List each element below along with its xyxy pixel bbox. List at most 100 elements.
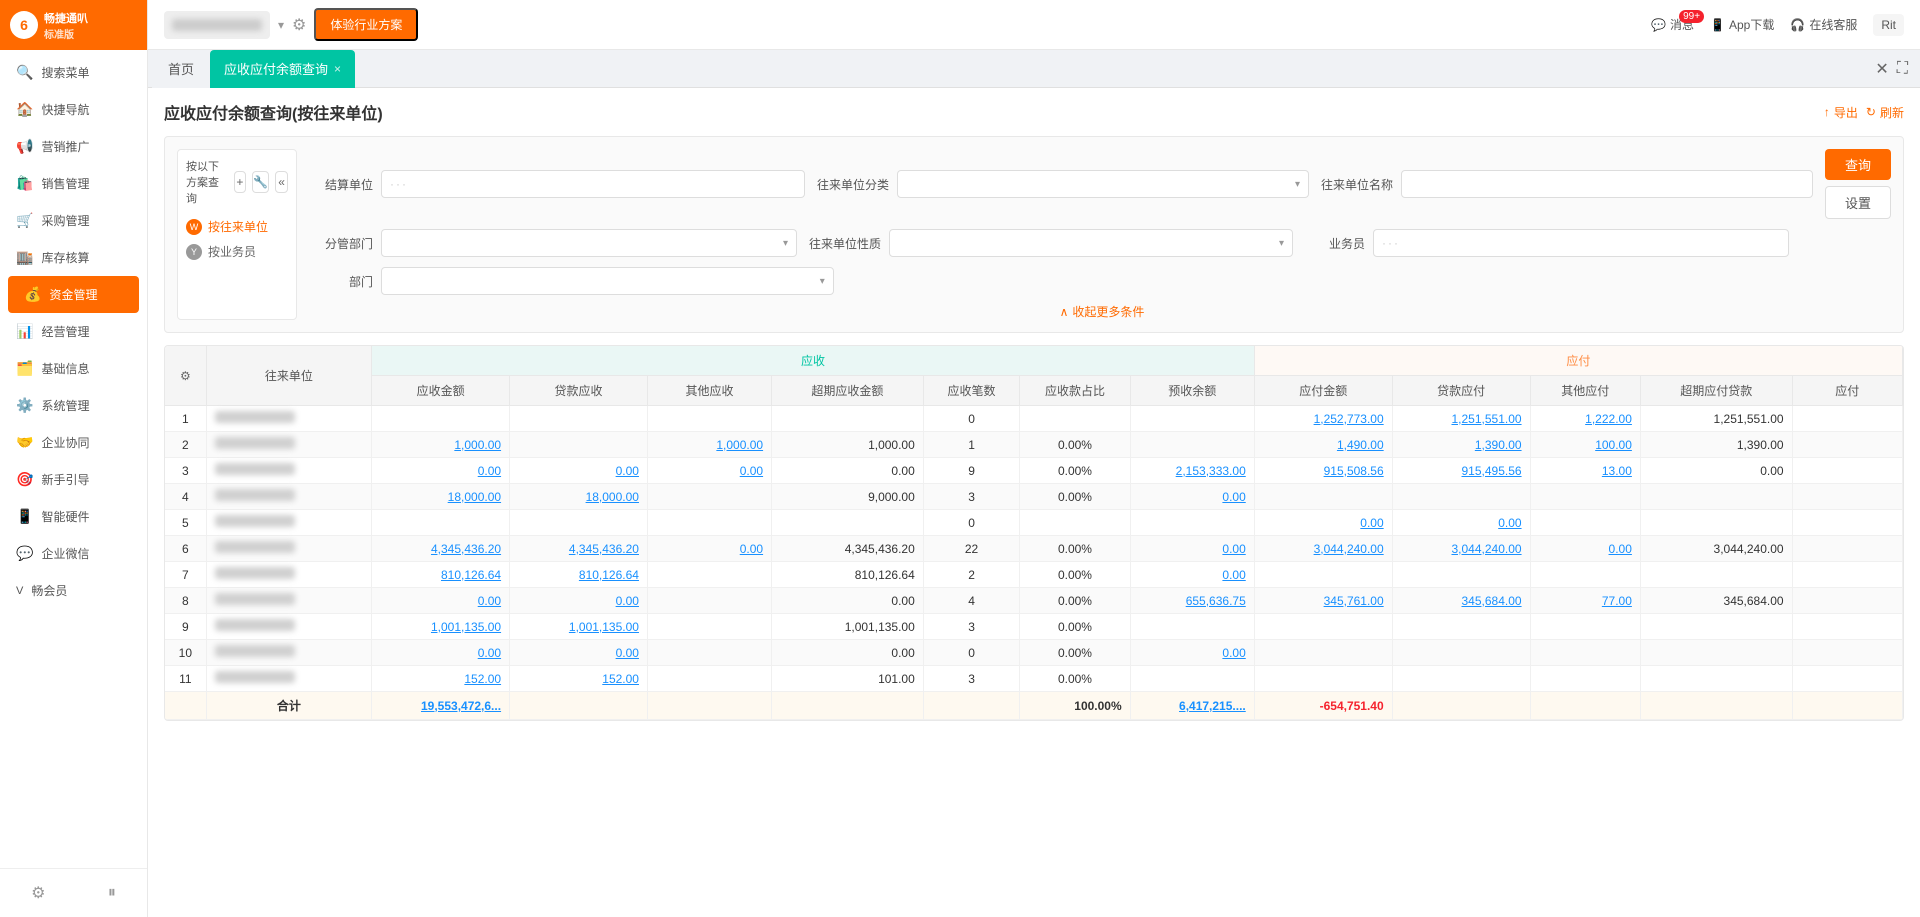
user-profile-button[interactable]: Rit <box>1873 14 1904 36</box>
row-qita-ys[interactable] <box>647 588 771 614</box>
row-daikuan-ys[interactable]: 18,000.00 <box>510 484 648 510</box>
row-daikuan-yf[interactable]: 1,251,551.00 <box>1392 406 1530 432</box>
row-daikuan-yf[interactable] <box>1392 614 1530 640</box>
row-yingshou-je[interactable]: 810,126.64 <box>372 562 510 588</box>
row-qita-yf[interactable]: 100.00 <box>1530 432 1640 458</box>
row-yingfu-je[interactable] <box>1254 640 1392 666</box>
row-qita-ys[interactable] <box>647 510 771 536</box>
row-qita-yf[interactable] <box>1530 666 1640 692</box>
row-daikuan-ys[interactable]: 0.00 <box>510 458 648 484</box>
row-qita-ys[interactable] <box>647 484 771 510</box>
row-yingfu-je[interactable]: 1,252,773.00 <box>1254 406 1392 432</box>
settings-bottom-icon[interactable]: ⚙ <box>25 877 51 909</box>
row-yushou[interactable] <box>1130 406 1254 432</box>
laifu-xingzhi-select[interactable]: ▾ <box>889 229 1293 257</box>
row-daikuan-yf[interactable] <box>1392 484 1530 510</box>
row-yingfu-je[interactable] <box>1254 666 1392 692</box>
row-daikuan-ys[interactable] <box>510 406 648 432</box>
row-yingshou-je[interactable] <box>372 510 510 536</box>
laifu-mingcheng-input[interactable] <box>1401 170 1813 198</box>
add-scheme-button[interactable]: + <box>234 171 247 193</box>
row-qita-yf[interactable] <box>1530 640 1640 666</box>
row-daikuan-yf[interactable]: 3,044,240.00 <box>1392 536 1530 562</box>
message-button[interactable]: 💬 消息 99+ <box>1651 16 1694 33</box>
row-daikuan-ys[interactable] <box>510 432 648 458</box>
row-qita-yf[interactable] <box>1530 484 1640 510</box>
row-yushou[interactable] <box>1130 666 1254 692</box>
row-daikuan-yf[interactable]: 0.00 <box>1392 510 1530 536</box>
sidebar-item-search[interactable]: 🔍 搜索菜单 <box>0 54 147 91</box>
row-qita-ys[interactable] <box>647 406 771 432</box>
row-yingfu-je[interactable]: 3,044,240.00 <box>1254 536 1392 562</box>
row-yushou[interactable]: 0.00 <box>1130 536 1254 562</box>
sidebar-item-finance[interactable]: 💰 资金管理 <box>8 276 139 313</box>
collapse-sidebar-icon[interactable]: ⏸ <box>102 878 122 908</box>
laifu-fenlei-select[interactable]: ▾ <box>897 170 1309 198</box>
row-qita-yf[interactable]: 1,222.00 <box>1530 406 1640 432</box>
row-daikuan-ys[interactable] <box>510 510 648 536</box>
row-daikuan-ys[interactable]: 152.00 <box>510 666 648 692</box>
row-yingfu-je[interactable]: 1,490.00 <box>1254 432 1392 458</box>
row-yingshou-je[interactable]: 152.00 <box>372 666 510 692</box>
row-yushou[interactable]: 2,153,333.00 <box>1130 458 1254 484</box>
sidebar-item-purchase[interactable]: 🛒 采购管理 <box>0 202 147 239</box>
tab-home[interactable]: 首页 <box>152 50 210 88</box>
row-qita-yf[interactable]: 77.00 <box>1530 588 1640 614</box>
sidebar-item-operations[interactable]: 📊 经营管理 <box>0 313 147 350</box>
row-daikuan-ys[interactable]: 1,001,135.00 <box>510 614 648 640</box>
row-qita-yf[interactable] <box>1530 510 1640 536</box>
row-yingshou-je[interactable]: 4,345,436.20 <box>372 536 510 562</box>
tab-close-icon[interactable]: × <box>334 62 341 76</box>
row-yushou[interactable] <box>1130 432 1254 458</box>
row-qita-ys[interactable] <box>647 640 771 666</box>
sidebar-item-enterprise[interactable]: 🤝 企业协同 <box>0 424 147 461</box>
edit-scheme-button[interactable]: 🔧 <box>252 171 269 193</box>
app-download-button[interactable]: 📱 App下载 <box>1710 16 1774 33</box>
row-yingshou-je[interactable]: 1,001,135.00 <box>372 614 510 640</box>
row-qita-ys[interactable] <box>647 666 771 692</box>
row-daikuan-yf[interactable] <box>1392 562 1530 588</box>
row-qita-ys[interactable]: 0.00 <box>647 458 771 484</box>
row-yushou[interactable] <box>1130 510 1254 536</box>
sidebar-item-wxwork[interactable]: 💬 企业微信 <box>0 535 147 572</box>
nav-dropdown-icon[interactable]: ▾ <box>278 18 284 32</box>
scheme-option-yewuyuan[interactable]: Y 按业务员 <box>186 239 288 264</box>
online-service-button[interactable]: 🎧 在线客服 <box>1790 16 1857 33</box>
row-daikuan-ys[interactable]: 0.00 <box>510 640 648 666</box>
settings-gear-icon[interactable]: ⚙ <box>292 15 306 35</box>
sidebar-item-marketing[interactable]: 📢 营销推广 <box>0 128 147 165</box>
jiesuan-input[interactable]: ··· <box>381 170 805 198</box>
header-nav-item[interactable] <box>164 11 270 39</box>
row-yingshou-je[interactable]: 1,000.00 <box>372 432 510 458</box>
row-qita-yf[interactable]: 0.00 <box>1530 536 1640 562</box>
setting-button[interactable]: 设置 <box>1825 186 1891 219</box>
sidebar-item-sales[interactable]: 🛍️ 销售管理 <box>0 165 147 202</box>
row-daikuan-yf[interactable] <box>1392 666 1530 692</box>
row-yushou[interactable]: 0.00 <box>1130 484 1254 510</box>
sidebar-item-member[interactable]: V 畅会员 <box>0 572 147 609</box>
th-settings[interactable]: ⚙ <box>165 346 206 406</box>
row-daikuan-yf[interactable]: 345,684.00 <box>1392 588 1530 614</box>
fenguan-select[interactable]: ▾ <box>381 229 797 257</box>
row-yingshou-je[interactable]: 0.00 <box>372 640 510 666</box>
row-qita-yf[interactable]: 13.00 <box>1530 458 1640 484</box>
collapse-button[interactable]: ∧ 收起更多条件 <box>1060 303 1145 320</box>
row-daikuan-yf[interactable]: 1,390.00 <box>1392 432 1530 458</box>
sidebar-item-smarthw[interactable]: 📱 智能硬件 <box>0 498 147 535</box>
row-yushou[interactable] <box>1130 614 1254 640</box>
refresh-button[interactable]: ↻ 刷新 <box>1866 104 1904 121</box>
query-button[interactable]: 查询 <box>1825 149 1891 180</box>
row-qita-ys[interactable] <box>647 562 771 588</box>
row-qita-yf[interactable] <box>1530 562 1640 588</box>
row-qita-ys[interactable] <box>647 614 771 640</box>
row-yushou[interactable]: 0.00 <box>1130 640 1254 666</box>
row-yingfu-je[interactable] <box>1254 484 1392 510</box>
collapse-scheme-button[interactable]: « <box>275 171 288 193</box>
sidebar-item-quicknav[interactable]: 🏠 快捷导航 <box>0 91 147 128</box>
sidebar-item-inventory[interactable]: 🏬 库存核算 <box>0 239 147 276</box>
row-qita-ys[interactable]: 1,000.00 <box>647 432 771 458</box>
sidebar-item-newguide[interactable]: 🎯 新手引导 <box>0 461 147 498</box>
row-yingfu-je[interactable] <box>1254 562 1392 588</box>
row-daikuan-ys[interactable]: 0.00 <box>510 588 648 614</box>
table-settings-icon[interactable]: ⚙ <box>173 369 198 383</box>
